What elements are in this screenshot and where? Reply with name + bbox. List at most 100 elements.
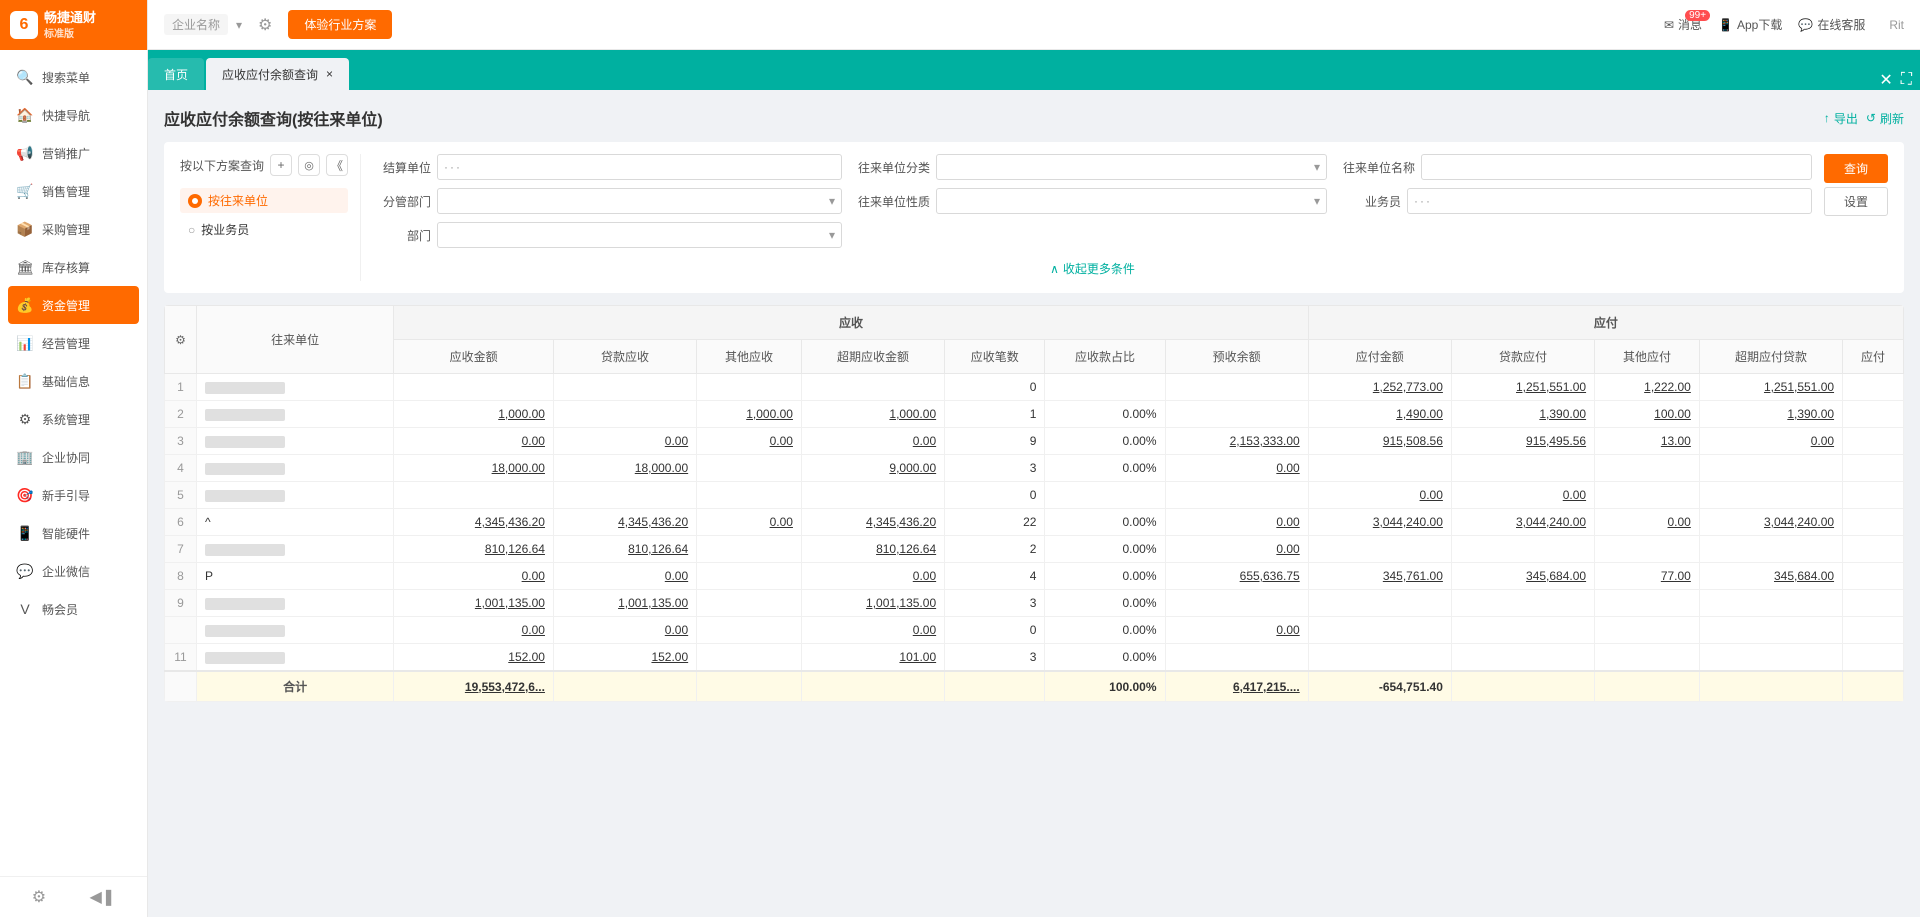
ap_amount-cell[interactable]: 3,044,240.00 bbox=[1308, 509, 1451, 536]
ar_amount-cell[interactable]: 1,001,135.00 bbox=[394, 590, 554, 617]
ap_other-cell[interactable]: 100.00 bbox=[1595, 401, 1700, 428]
ar_amount-cell[interactable]: 152.00 bbox=[394, 644, 554, 672]
sidebar-item-inventory[interactable]: 🏛 库存核算 bbox=[0, 248, 147, 286]
ap_amount-cell[interactable]: 345,761.00 bbox=[1308, 563, 1451, 590]
ar_loan-cell[interactable]: 810,126.64 bbox=[553, 536, 696, 563]
ar_overdue-cell[interactable]: 1,000.00 bbox=[801, 401, 944, 428]
ar_amount-cell[interactable]: 4,345,436.20 bbox=[394, 509, 554, 536]
export-btn[interactable]: ↑ 导出 bbox=[1824, 110, 1858, 127]
sidebar-item-guide[interactable]: 🎯 新手引导 bbox=[0, 476, 147, 514]
ar_loan-cell[interactable]: 18,000.00 bbox=[553, 455, 696, 482]
tab-close-btn[interactable]: × bbox=[326, 67, 333, 81]
ap_amount-cell[interactable]: 1,252,773.00 bbox=[1308, 374, 1451, 401]
topbar-gear-icon[interactable]: ⚙ bbox=[258, 15, 272, 35]
ar_overdue-cell[interactable]: 1,001,135.00 bbox=[801, 590, 944, 617]
ar_amount-cell[interactable]: 810,126.64 bbox=[394, 536, 554, 563]
ar_overdue-cell[interactable]: 0.00 bbox=[801, 617, 944, 644]
footer-ar-amount[interactable]: 19,553,472,6... bbox=[394, 671, 554, 702]
footer-ar-prepay[interactable]: 6,417,215.... bbox=[1165, 671, 1308, 702]
ar_prepay-cell[interactable]: 0.00 bbox=[1165, 509, 1308, 536]
ar_overdue-cell[interactable]: 9,000.00 bbox=[801, 455, 944, 482]
ap_other-cell[interactable]: 77.00 bbox=[1595, 563, 1700, 590]
settings-btn[interactable]: 设置 bbox=[1824, 187, 1888, 216]
messages-btn[interactable]: ✉ 消息 99+ bbox=[1664, 16, 1702, 33]
ar_loan-cell[interactable]: 0.00 bbox=[553, 563, 696, 590]
ar_amount-cell[interactable]: 1,000.00 bbox=[394, 401, 554, 428]
fullscreen-btn[interactable]: ⛶ bbox=[1901, 71, 1912, 89]
salesperson-input[interactable]: ··· bbox=[1407, 188, 1812, 214]
online-service-btn[interactable]: 💬 在线客服 bbox=[1798, 16, 1865, 33]
query-btn[interactable]: 查询 bbox=[1824, 154, 1888, 183]
ar_prepay-cell[interactable]: 0.00 bbox=[1165, 455, 1308, 482]
ar_overdue-cell[interactable]: 4,345,436.20 bbox=[801, 509, 944, 536]
sidebar-item-quicknav[interactable]: 🏠 快捷导航 bbox=[0, 96, 147, 134]
ap_overdue-cell[interactable]: 1,390.00 bbox=[1699, 401, 1842, 428]
dept-select[interactable]: ▾ bbox=[437, 188, 842, 214]
ar_overdue-cell[interactable]: 810,126.64 bbox=[801, 536, 944, 563]
ar_loan-cell[interactable]: 0.00 bbox=[553, 428, 696, 455]
sidebar-item-marketing[interactable]: 📢 营销推广 bbox=[0, 134, 147, 172]
industry-solution-btn[interactable]: 体验行业方案 bbox=[288, 10, 392, 39]
ap_loan-cell[interactable]: 915,495.56 bbox=[1451, 428, 1594, 455]
ap_loan-cell[interactable]: 0.00 bbox=[1451, 482, 1594, 509]
department-select[interactable]: ▾ bbox=[437, 222, 842, 248]
partner-category-select[interactable]: ▾ bbox=[936, 154, 1327, 180]
collapse-filter-btn[interactable]: ∧ 收起更多条件 bbox=[373, 256, 1812, 281]
filter-collapse-left-btn[interactable]: 《 bbox=[326, 154, 348, 176]
ap_loan-cell[interactable]: 1,251,551.00 bbox=[1451, 374, 1594, 401]
sidebar-item-operations[interactable]: 📊 经营管理 bbox=[0, 324, 147, 362]
ap_overdue-cell[interactable]: 0.00 bbox=[1699, 428, 1842, 455]
partner-name-input[interactable] bbox=[1421, 154, 1812, 180]
tab-ar-query[interactable]: 应收应付余额查询 × bbox=[206, 58, 349, 90]
sub-nav-by-salesperson[interactable]: ○ 按业务员 bbox=[180, 217, 348, 242]
sidebar-item-purchase[interactable]: 📦 采购管理 bbox=[0, 210, 147, 248]
ap_other-cell[interactable]: 1,222.00 bbox=[1595, 374, 1700, 401]
ap_loan-cell[interactable]: 345,684.00 bbox=[1451, 563, 1594, 590]
ap_other-cell[interactable]: 0.00 bbox=[1595, 509, 1700, 536]
ar_loan-cell[interactable]: 0.00 bbox=[553, 617, 696, 644]
filter-add-btn[interactable]: + bbox=[270, 154, 292, 176]
ar_overdue-cell[interactable]: 0.00 bbox=[801, 563, 944, 590]
ap_amount-cell[interactable]: 915,508.56 bbox=[1308, 428, 1451, 455]
sidebar-collapse-btn[interactable]: ◀❚ bbox=[90, 887, 116, 907]
ar_amount-cell[interactable]: 0.00 bbox=[394, 428, 554, 455]
ar_prepay-cell[interactable]: 2,153,333.00 bbox=[1165, 428, 1308, 455]
sidebar-item-member[interactable]: V 畅会员 bbox=[0, 590, 147, 628]
ar_loan-cell[interactable]: 4,345,436.20 bbox=[553, 509, 696, 536]
sidebar-item-basic-info[interactable]: 📋 基础信息 bbox=[0, 362, 147, 400]
ar_prepay-cell[interactable]: 0.00 bbox=[1165, 617, 1308, 644]
ap_overdue-cell[interactable]: 3,044,240.00 bbox=[1699, 509, 1842, 536]
sidebar-item-sales[interactable]: 🛒 销售管理 bbox=[0, 172, 147, 210]
sidebar-item-hardware[interactable]: 📱 智能硬件 bbox=[0, 514, 147, 552]
ap_loan-cell[interactable]: 1,390.00 bbox=[1451, 401, 1594, 428]
ar_other-cell[interactable]: 0.00 bbox=[697, 509, 802, 536]
ar_prepay-cell[interactable]: 0.00 bbox=[1165, 536, 1308, 563]
user-avatar[interactable]: Rit bbox=[1889, 18, 1904, 32]
sidebar-settings-btn[interactable]: ⚙ bbox=[32, 887, 46, 907]
ar_amount-cell[interactable]: 0.00 bbox=[394, 563, 554, 590]
ar_amount-cell[interactable]: 18,000.00 bbox=[394, 455, 554, 482]
ar_loan-cell[interactable]: 152.00 bbox=[553, 644, 696, 672]
sidebar-item-finance[interactable]: 💰 资金管理 bbox=[8, 286, 139, 324]
tab-home[interactable]: 首页 bbox=[148, 58, 204, 90]
ar_amount-cell[interactable]: 0.00 bbox=[394, 617, 554, 644]
app-download-btn[interactable]: 📱 App下载 bbox=[1718, 16, 1782, 33]
ar_overdue-cell[interactable]: 0.00 bbox=[801, 428, 944, 455]
table-settings-icon[interactable]: ⚙ bbox=[175, 333, 186, 347]
sidebar-item-system[interactable]: ⚙ 系统管理 bbox=[0, 400, 147, 438]
ar_prepay-cell[interactable]: 655,636.75 bbox=[1165, 563, 1308, 590]
ar_other-cell[interactable]: 0.00 bbox=[697, 428, 802, 455]
ap_amount-cell[interactable]: 0.00 bbox=[1308, 482, 1451, 509]
settlement-unit-input[interactable]: ··· bbox=[437, 154, 842, 180]
ap_overdue-cell[interactable]: 1,251,551.00 bbox=[1699, 374, 1842, 401]
ar_overdue-cell[interactable]: 101.00 bbox=[801, 644, 944, 672]
close-tab-btn[interactable]: ✕ bbox=[1879, 70, 1892, 90]
ar_loan-cell[interactable]: 1,001,135.00 bbox=[553, 590, 696, 617]
ap_loan-cell[interactable]: 3,044,240.00 bbox=[1451, 509, 1594, 536]
partner-nature-select[interactable]: ▾ bbox=[936, 188, 1327, 214]
sidebar-item-search[interactable]: 🔍 搜索菜单 bbox=[0, 58, 147, 96]
sub-nav-by-partner[interactable]: 按往来单位 bbox=[180, 188, 348, 213]
filter-edit-btn[interactable]: ◎ bbox=[298, 154, 320, 176]
ar_other-cell[interactable]: 1,000.00 bbox=[697, 401, 802, 428]
ap_other-cell[interactable]: 13.00 bbox=[1595, 428, 1700, 455]
